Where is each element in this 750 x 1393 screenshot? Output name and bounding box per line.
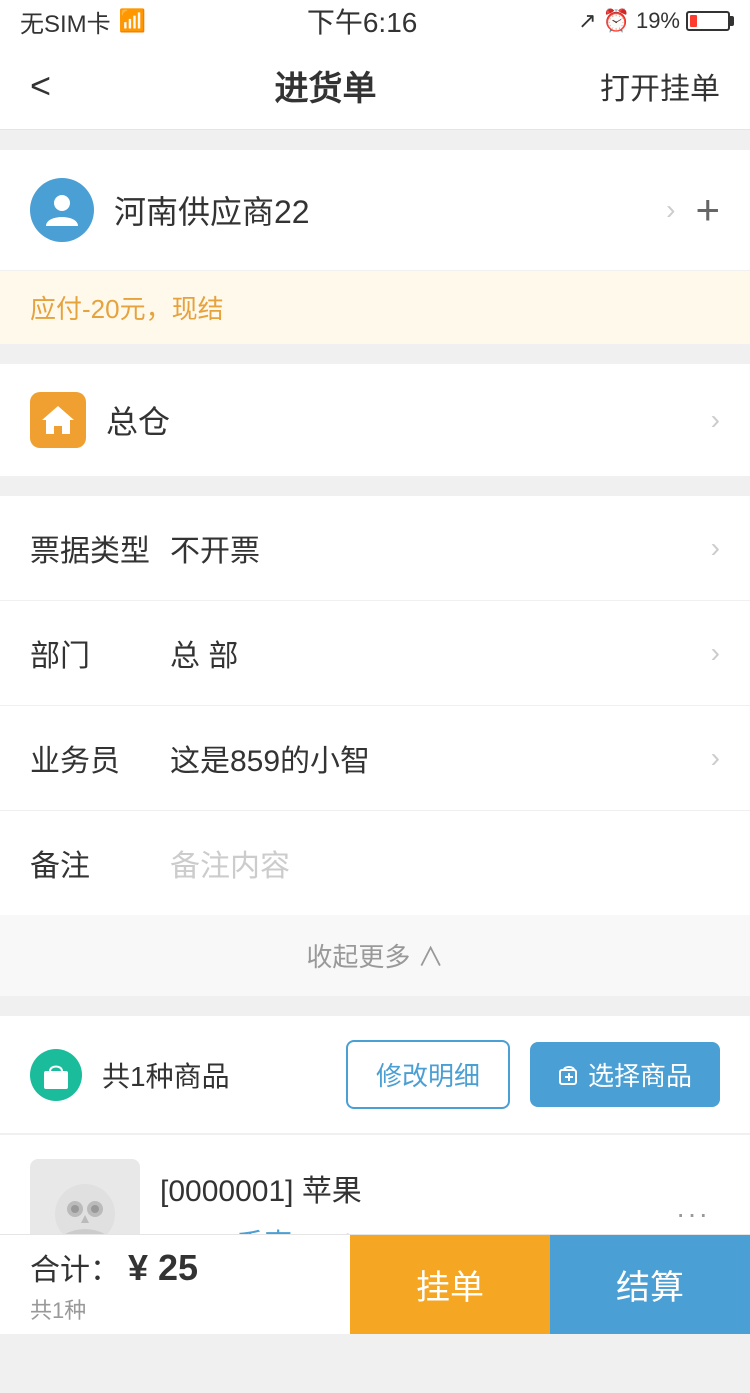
supplier-avatar (30, 178, 94, 242)
supplier-row[interactable]: 河南供应商22 › + (0, 150, 750, 271)
warehouse-icon (30, 392, 86, 448)
section-gap-2 (0, 344, 750, 364)
salesman-value: 这是859的小智 (170, 736, 711, 780)
invoice-arrow-icon: › (711, 532, 720, 564)
status-right: ↗ ⏰ 19% (578, 8, 730, 34)
remarks-label: 备注 (30, 841, 170, 885)
warehouse-arrow-icon: › (711, 404, 720, 436)
nav-bar: < 进货单 打开挂单 (0, 42, 750, 130)
hold-button[interactable]: 挂单 (350, 1235, 550, 1334)
total-sub: 共1种 (30, 1293, 320, 1325)
products-header: 共1种商品 修改明细 选择商品 (0, 1016, 750, 1133)
product-title: 苹果 (302, 1175, 362, 1208)
bottom-bar: 合计： ¥ 25 共1种 挂单 结算 (0, 1234, 750, 1334)
carrier-text: 无SIM卡 (20, 4, 111, 39)
invoice-label: 票据类型 (30, 526, 170, 570)
person-icon (42, 190, 82, 230)
supplier-arrow-icon: › (666, 194, 675, 226)
salesman-label: 业务员 (30, 736, 170, 780)
invoice-row[interactable]: 票据类型 不开票 › (0, 496, 750, 601)
supplier-name: 河南供应商22 (114, 187, 666, 233)
form-section: 票据类型 不开票 › 部门 总 部 › 业务员 这是859的小智 › 备注 备注… (0, 496, 750, 915)
bag-icon (40, 1059, 72, 1091)
total-section: 合计： ¥ 25 共1种 (0, 1245, 350, 1325)
warehouse-section: 总仓 › (0, 364, 750, 476)
department-value: 总 部 (170, 631, 711, 675)
product-more-button[interactable]: ··· (666, 1188, 720, 1240)
cart-icon (558, 1064, 580, 1086)
products-count: 共1种商品 (102, 1055, 326, 1095)
supplier-section: 河南供应商22 › + 应付-20元，现结 (0, 150, 750, 344)
warehouse-name: 总仓 (106, 397, 711, 443)
remarks-placeholder: 备注内容 (170, 841, 720, 885)
total-line: 合计： ¥ 25 (30, 1245, 320, 1289)
page-content: 河南供应商22 › + 应付-20元，现结 总仓 › 票据类型 不开票 › (0, 130, 750, 1393)
battery-percent: 19% (636, 8, 680, 34)
status-left: 无SIM卡 📶 (20, 4, 146, 39)
salesman-row[interactable]: 业务员 这是859的小智 › (0, 706, 750, 811)
products-icon (30, 1049, 82, 1101)
department-label: 部门 (30, 631, 170, 675)
product-id: [0000001] (160, 1175, 293, 1208)
remarks-row[interactable]: 备注 备注内容 (0, 811, 750, 915)
total-label: 合计： (30, 1245, 120, 1289)
collapse-button[interactable]: 收起更多 ∧ (0, 915, 750, 996)
section-gap-4 (0, 996, 750, 1016)
salesman-arrow-icon: › (711, 742, 720, 774)
location-icon: ↗ (578, 8, 596, 34)
edit-detail-button[interactable]: 修改明细 (346, 1040, 510, 1109)
select-product-label: 选择商品 (588, 1056, 692, 1093)
open-hold-button[interactable]: 打开挂单 (600, 64, 720, 108)
alarm-icon: ⏰ (603, 8, 630, 34)
house-icon (40, 402, 76, 438)
select-product-button[interactable]: 选择商品 (530, 1042, 720, 1107)
invoice-value: 不开票 (170, 526, 711, 570)
battery-icon (686, 11, 730, 31)
warehouse-row[interactable]: 总仓 › (0, 364, 750, 476)
department-arrow-icon: › (711, 637, 720, 669)
status-bar: 无SIM卡 📶 下午6:16 ↗ ⏰ 19% (0, 0, 750, 42)
product-name: [0000001] 苹果 (160, 1166, 646, 1210)
page-title: 进货单 (275, 61, 377, 110)
section-gap-3 (0, 476, 750, 496)
section-gap-1 (0, 130, 750, 150)
wifi-icon: 📶 (119, 8, 146, 34)
total-amount: ¥ 25 (128, 1247, 198, 1289)
settle-button[interactable]: 结算 (550, 1235, 750, 1334)
department-row[interactable]: 部门 总 部 › (0, 601, 750, 706)
supplier-alert: 应付-20元，现结 (0, 271, 750, 344)
add-supplier-button[interactable]: + (695, 189, 720, 231)
back-button[interactable]: < (30, 65, 51, 107)
status-time: 下午6:16 (307, 1, 418, 41)
